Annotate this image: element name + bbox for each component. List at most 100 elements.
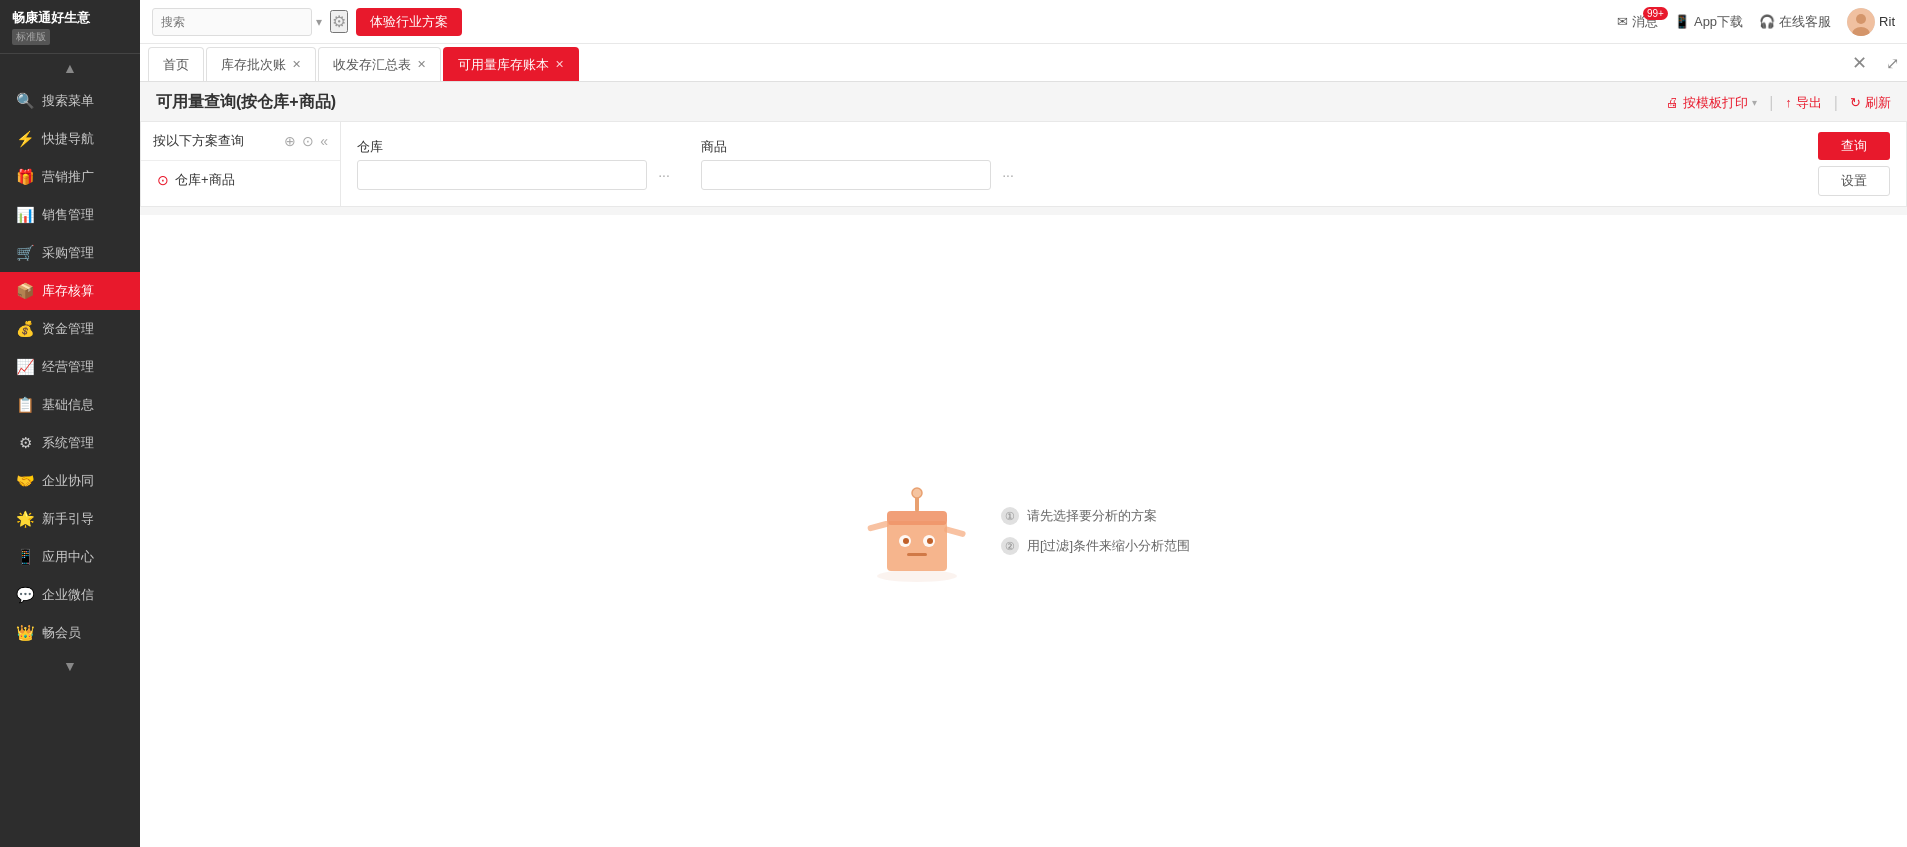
crown-icon: 👑	[16, 624, 34, 642]
tab-batch-account-label: 库存批次账	[221, 56, 286, 74]
sidebar-brand: 畅康通好生意	[12, 10, 128, 27]
sidebar-item-shortcut[interactable]: ⚡ 快捷导航	[0, 120, 140, 158]
warehouse-input[interactable]	[357, 160, 647, 190]
scroll-down-arrow[interactable]: ▼	[63, 656, 77, 676]
operations-icon: 📈	[16, 358, 34, 376]
tab-collect-account-label: 收发存汇总表	[333, 56, 411, 74]
product-input-row: ···	[701, 160, 1021, 190]
tip-item-1: ① 请先选择要分析的方案	[1001, 507, 1190, 525]
sidebar-item-member[interactable]: 👑 畅会员	[0, 614, 140, 652]
svg-rect-13	[867, 520, 890, 531]
sidebar-item-purchase[interactable]: 🛒 采购管理	[0, 234, 140, 272]
page-header-actions: 🖨 按模板打印 ▾ | ↑ 导出 | ↻ 刷新	[1666, 94, 1891, 112]
print-template-button[interactable]: 🖨 按模板打印 ▾	[1666, 94, 1757, 112]
sidebar-item-onboarding[interactable]: 🌟 新手引导	[0, 500, 140, 538]
sidebar-header: 畅康通好生意 标准版	[0, 0, 140, 54]
message-button[interactable]: ✉ 消息 99+	[1617, 13, 1658, 31]
sidebar-item-inventory[interactable]: 📦 库存核算	[0, 272, 140, 310]
warehouse-input-row: ···	[357, 160, 677, 190]
page-content: 可用量查询(按仓库+商品) 🖨 按模板打印 ▾ | ↑ 导出 | ↻ 刷新	[140, 82, 1907, 847]
sidebar-item-search[interactable]: 🔍 搜索菜单	[0, 82, 140, 120]
sidebar: 畅康通好生意 标准版 ▲ 🔍 搜索菜单 ⚡ 快捷导航 🎁 营销推广 📊 销售管理…	[0, 0, 140, 847]
refresh-button[interactable]: ↻ 刷新	[1850, 94, 1891, 112]
sidebar-item-basic[interactable]: 📋 基础信息	[0, 386, 140, 424]
tab-batch-account-close-icon[interactable]: ✕	[292, 58, 301, 71]
empty-state: ① 请先选择要分析的方案 ② 用[过滤]条件来缩小分析范围	[140, 215, 1907, 847]
sidebar-item-label: 库存核算	[42, 282, 94, 300]
sidebar-item-label: 搜索菜单	[42, 92, 94, 110]
query-buttons: 查询 设置	[1802, 122, 1906, 206]
warehouse-more-button[interactable]: ···	[651, 162, 677, 188]
sidebar-item-label: 系统管理	[42, 434, 94, 452]
svg-rect-10	[907, 553, 927, 556]
tip-item-2: ② 用[过滤]条件来缩小分析范围	[1001, 537, 1190, 555]
tabs-bar: 首页 库存批次账 ✕ 收发存汇总表 ✕ 可用量库存账本 ✕ ✕ ⤢	[140, 44, 1907, 82]
tab-batch-account[interactable]: 库存批次账 ✕	[206, 47, 316, 81]
sidebar-item-sales[interactable]: 📊 销售管理	[0, 196, 140, 234]
inventory-icon: 📦	[16, 282, 34, 300]
sidebar-item-label: 营销推广	[42, 168, 94, 186]
tabs-bar-expand-icon[interactable]: ⤢	[1886, 53, 1899, 72]
add-scheme-icon[interactable]: ⊕	[284, 133, 296, 149]
basic-icon: 📋	[16, 396, 34, 414]
collapse-scheme-icon[interactable]: «	[320, 133, 328, 149]
cart-icon: 🛒	[16, 244, 34, 262]
scroll-up-arrow[interactable]: ▲	[63, 58, 77, 78]
username-label: Rit	[1879, 14, 1895, 29]
sidebar-item-label: 企业微信	[42, 586, 94, 604]
page-header: 可用量查询(按仓库+商品) 🖨 按模板打印 ▾ | ↑ 导出 | ↻ 刷新	[140, 82, 1907, 121]
trial-industry-button[interactable]: 体验行业方案	[356, 8, 462, 36]
main-area: ▾ ⚙ 体验行业方案 ✉ 消息 99+ 📱 App下载 🎧 在线客服	[140, 0, 1907, 847]
tip-text-1: 请先选择要分析的方案	[1027, 507, 1157, 525]
sidebar-item-enterprise[interactable]: 🤝 企业协同	[0, 462, 140, 500]
tab-available-ledger-close-icon[interactable]: ✕	[555, 58, 564, 71]
svg-point-9	[927, 538, 933, 544]
sidebar-item-app-center[interactable]: 📱 应用中心	[0, 538, 140, 576]
star-icon: 🌟	[16, 510, 34, 528]
product-more-button[interactable]: ···	[995, 162, 1021, 188]
tab-collect-account[interactable]: 收发存汇总表 ✕	[318, 47, 441, 81]
message-icon: ✉	[1617, 14, 1628, 29]
online-service-button[interactable]: 🎧 在线客服	[1759, 13, 1831, 31]
svg-point-12	[912, 488, 922, 498]
product-label: 商品	[701, 138, 1021, 156]
sidebar-item-operations[interactable]: 📈 经营管理	[0, 348, 140, 386]
tab-available-ledger[interactable]: 可用量库存账本 ✕	[443, 47, 579, 81]
sidebar-item-system[interactable]: ⚙ 系统管理	[0, 424, 140, 462]
settings-scheme-icon[interactable]: ⊙	[302, 133, 314, 149]
handshake-icon: 🤝	[16, 472, 34, 490]
export-button[interactable]: ↑ 导出	[1785, 94, 1822, 112]
app-download-button[interactable]: 📱 App下载	[1674, 13, 1743, 31]
tabs-bar-close-icon[interactable]: ✕	[1852, 52, 1867, 74]
sidebar-item-label: 快捷导航	[42, 130, 94, 148]
message-badge: 99+	[1643, 7, 1668, 20]
topbar-search-area: ▾	[152, 8, 322, 36]
tab-home[interactable]: 首页	[148, 47, 204, 81]
chevron-down-icon[interactable]: ▾	[316, 15, 322, 29]
sidebar-nav: ▲ 🔍 搜索菜单 ⚡ 快捷导航 🎁 营销推广 📊 销售管理 🛒 采购管理 📦 库…	[0, 54, 140, 847]
mobile-icon: 📱	[1674, 14, 1690, 29]
sidebar-item-finance[interactable]: 💰 资金管理	[0, 310, 140, 348]
svg-rect-4	[887, 521, 947, 571]
sidebar-item-marketing[interactable]: 🎁 营销推广	[0, 158, 140, 196]
app-download-label: App下载	[1694, 13, 1743, 31]
settings-icon[interactable]: ⚙	[330, 10, 348, 33]
tab-collect-account-close-icon[interactable]: ✕	[417, 58, 426, 71]
settings-button[interactable]: 设置	[1818, 166, 1890, 196]
search-icon: 🔍	[16, 92, 34, 110]
print-label: 按模板打印	[1683, 94, 1748, 112]
empty-illustration	[857, 471, 977, 591]
divider2: |	[1834, 94, 1838, 112]
scheme-item-warehouse-product[interactable]: ⊙ 仓库+商品	[141, 161, 340, 199]
svg-point-3	[877, 570, 957, 582]
chart-icon: 📊	[16, 206, 34, 224]
topbar: ▾ ⚙ 体验行业方案 ✉ 消息 99+ 📱 App下载 🎧 在线客服	[140, 0, 1907, 44]
sidebar-item-enterprise-wechat[interactable]: 💬 企业微信	[0, 576, 140, 614]
headset-icon: 🎧	[1759, 14, 1775, 29]
tip-num-2: ②	[1001, 537, 1019, 555]
product-input[interactable]	[701, 160, 991, 190]
query-button[interactable]: 查询	[1818, 132, 1890, 160]
user-profile-button[interactable]: Rit	[1847, 8, 1895, 36]
page-title: 可用量查询(按仓库+商品)	[156, 92, 336, 113]
topbar-search-input[interactable]	[152, 8, 312, 36]
